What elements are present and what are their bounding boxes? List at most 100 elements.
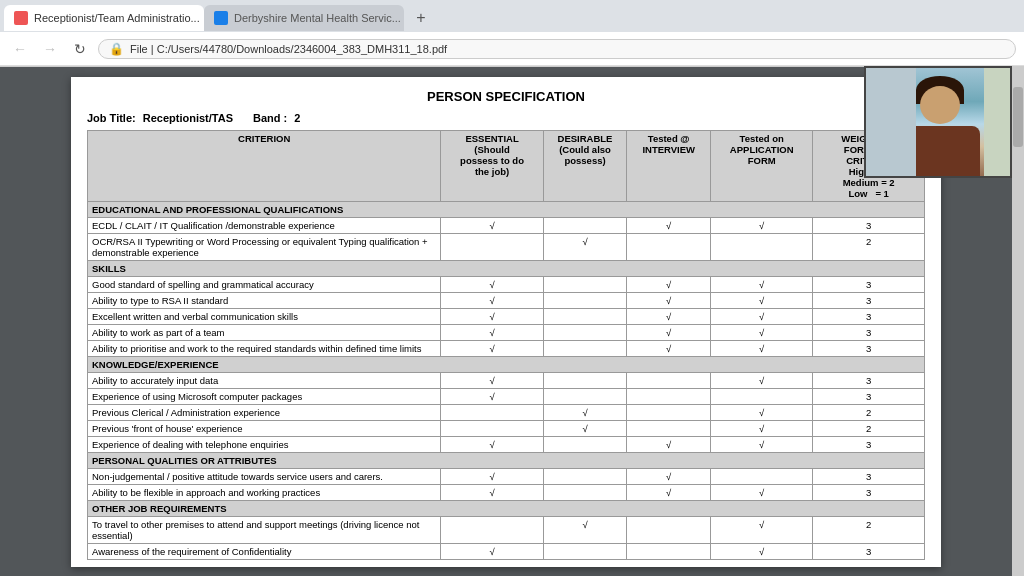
header-criterion: CRITERION [88, 131, 441, 202]
cell-weighting: 3 [813, 309, 925, 325]
cell-essential: √ [441, 544, 543, 560]
tab1-label: Receptionist/Team Administratio... [34, 12, 200, 24]
table-row: OCR/RSA II Typewriting or Word Processin… [88, 234, 925, 261]
cell-interview: √ [627, 437, 711, 453]
cell-desirable: √ [543, 517, 627, 544]
cell-application [711, 234, 813, 261]
cell-interview [627, 517, 711, 544]
cell-interview [627, 373, 711, 389]
cell-weighting: 2 [813, 517, 925, 544]
cell-essential: √ [441, 325, 543, 341]
cell-interview: √ [627, 293, 711, 309]
tab-bar: Receptionist/Team Administratio... ✕ Der… [0, 0, 1024, 32]
cell-weighting: 3 [813, 485, 925, 501]
table-row: Good standard of spelling and grammatica… [88, 277, 925, 293]
tab2-label: Derbyshire Mental Health Servic... [234, 12, 401, 24]
table-row: To travel to other premises to attend an… [88, 517, 925, 544]
cell-application: √ [711, 218, 813, 234]
tab-2[interactable]: Derbyshire Mental Health Servic... ✕ [204, 5, 404, 31]
header-interview: Tested @INTERVIEW [627, 131, 711, 202]
job-title-field: Job Title: Receptionist/TAS [87, 112, 233, 124]
cell-weighting: 2 [813, 405, 925, 421]
cell-desirable [543, 277, 627, 293]
cell-criterion: Previous 'front of house' experience [88, 421, 441, 437]
cell-application: √ [711, 341, 813, 357]
table-row: Experience of dealing with telephone enq… [88, 437, 925, 453]
section-row-3: PERSONAL QUALITIES OR ATTRIBUTES [88, 453, 925, 469]
cell-interview [627, 544, 711, 560]
cell-desirable [543, 389, 627, 405]
cell-interview: √ [627, 309, 711, 325]
section-row-1: SKILLS [88, 261, 925, 277]
forward-button[interactable]: → [38, 37, 62, 61]
tab2-favicon [214, 11, 228, 25]
cell-interview: √ [627, 469, 711, 485]
address-bar[interactable]: 🔒 File | C:/Users/44780/Downloads/234600… [98, 39, 1016, 59]
nav-bar: ← → ↻ 🔒 File | C:/Users/44780/Downloads/… [0, 32, 1024, 66]
scroll-thumb[interactable] [1013, 87, 1023, 147]
person-head [920, 86, 960, 124]
cell-essential: √ [441, 309, 543, 325]
reload-button[interactable]: ↻ [68, 37, 92, 61]
cell-essential [441, 421, 543, 437]
cell-criterion: Awareness of the requirement of Confiden… [88, 544, 441, 560]
background-wall-right [984, 68, 1012, 178]
table-row: Ability to prioritise and work to the re… [88, 341, 925, 357]
cell-weighting: 3 [813, 469, 925, 485]
cell-weighting: 2 [813, 421, 925, 437]
cell-desirable [543, 485, 627, 501]
cell-application: √ [711, 373, 813, 389]
cell-criterion: OCR/RSA II Typewriting or Word Processin… [88, 234, 441, 261]
cell-essential [441, 234, 543, 261]
cell-desirable [543, 469, 627, 485]
cell-interview: √ [627, 325, 711, 341]
cell-essential [441, 517, 543, 544]
job-info: Job Title: Receptionist/TAS Band : 2 [87, 112, 925, 124]
cell-weighting: 3 [813, 218, 925, 234]
table-row: Experience of using Microsoft computer p… [88, 389, 925, 405]
header-application: Tested onAPPLICATIONFORM [711, 131, 813, 202]
cell-criterion: Experience of dealing with telephone enq… [88, 437, 441, 453]
cell-criterion: Non-judgemental / positive attitude towa… [88, 469, 441, 485]
new-tab-button[interactable]: + [408, 5, 434, 31]
cell-weighting: 3 [813, 341, 925, 357]
pdf-page: PERSON SPECIFICATION Job Title: Receptio… [71, 77, 941, 567]
cell-desirable [543, 293, 627, 309]
cell-application [711, 469, 813, 485]
cell-desirable [543, 325, 627, 341]
cell-criterion: To travel to other premises to attend an… [88, 517, 441, 544]
cell-essential: √ [441, 218, 543, 234]
cell-interview: √ [627, 277, 711, 293]
cell-criterion: Experience of using Microsoft computer p… [88, 389, 441, 405]
job-title-value: Receptionist/TAS [143, 112, 233, 124]
tab-1[interactable]: Receptionist/Team Administratio... ✕ [4, 5, 204, 31]
header-desirable: DESIRABLE(Could alsopossess) [543, 131, 627, 202]
webcam-overlay [864, 66, 1012, 178]
section-row-0: EDUCATIONAL AND PROFESSIONAL QUALIFICATI… [88, 202, 925, 218]
cell-desirable [543, 373, 627, 389]
cell-application: √ [711, 437, 813, 453]
cell-criterion: Previous Clerical / Administration exper… [88, 405, 441, 421]
cell-desirable [543, 341, 627, 357]
cell-weighting: 3 [813, 293, 925, 309]
person-spec-table: CRITERION ESSENTIAL(Shouldpossess to dot… [87, 130, 925, 560]
cell-interview [627, 389, 711, 405]
scrollbar[interactable] [1012, 67, 1024, 576]
table-row: Ability to be flexible in approach and w… [88, 485, 925, 501]
cell-application: √ [711, 293, 813, 309]
cell-criterion: Ability to accurately input data [88, 373, 441, 389]
table-row: Previous Clerical / Administration exper… [88, 405, 925, 421]
page-title: PERSON SPECIFICATION [87, 89, 925, 104]
cell-desirable [543, 544, 627, 560]
lock-icon: 🔒 [109, 42, 124, 56]
cell-weighting: 2 [813, 234, 925, 261]
cell-application: √ [711, 277, 813, 293]
cell-weighting: 3 [813, 389, 925, 405]
back-button[interactable]: ← [8, 37, 32, 61]
cell-interview: √ [627, 218, 711, 234]
table-row: Ability to type to RSA II standard√√√3 [88, 293, 925, 309]
cell-interview [627, 421, 711, 437]
cell-application: √ [711, 325, 813, 341]
pdf-viewer: PERSON SPECIFICATION Job Title: Receptio… [0, 67, 1012, 576]
cell-criterion: Ability to type to RSA II standard [88, 293, 441, 309]
